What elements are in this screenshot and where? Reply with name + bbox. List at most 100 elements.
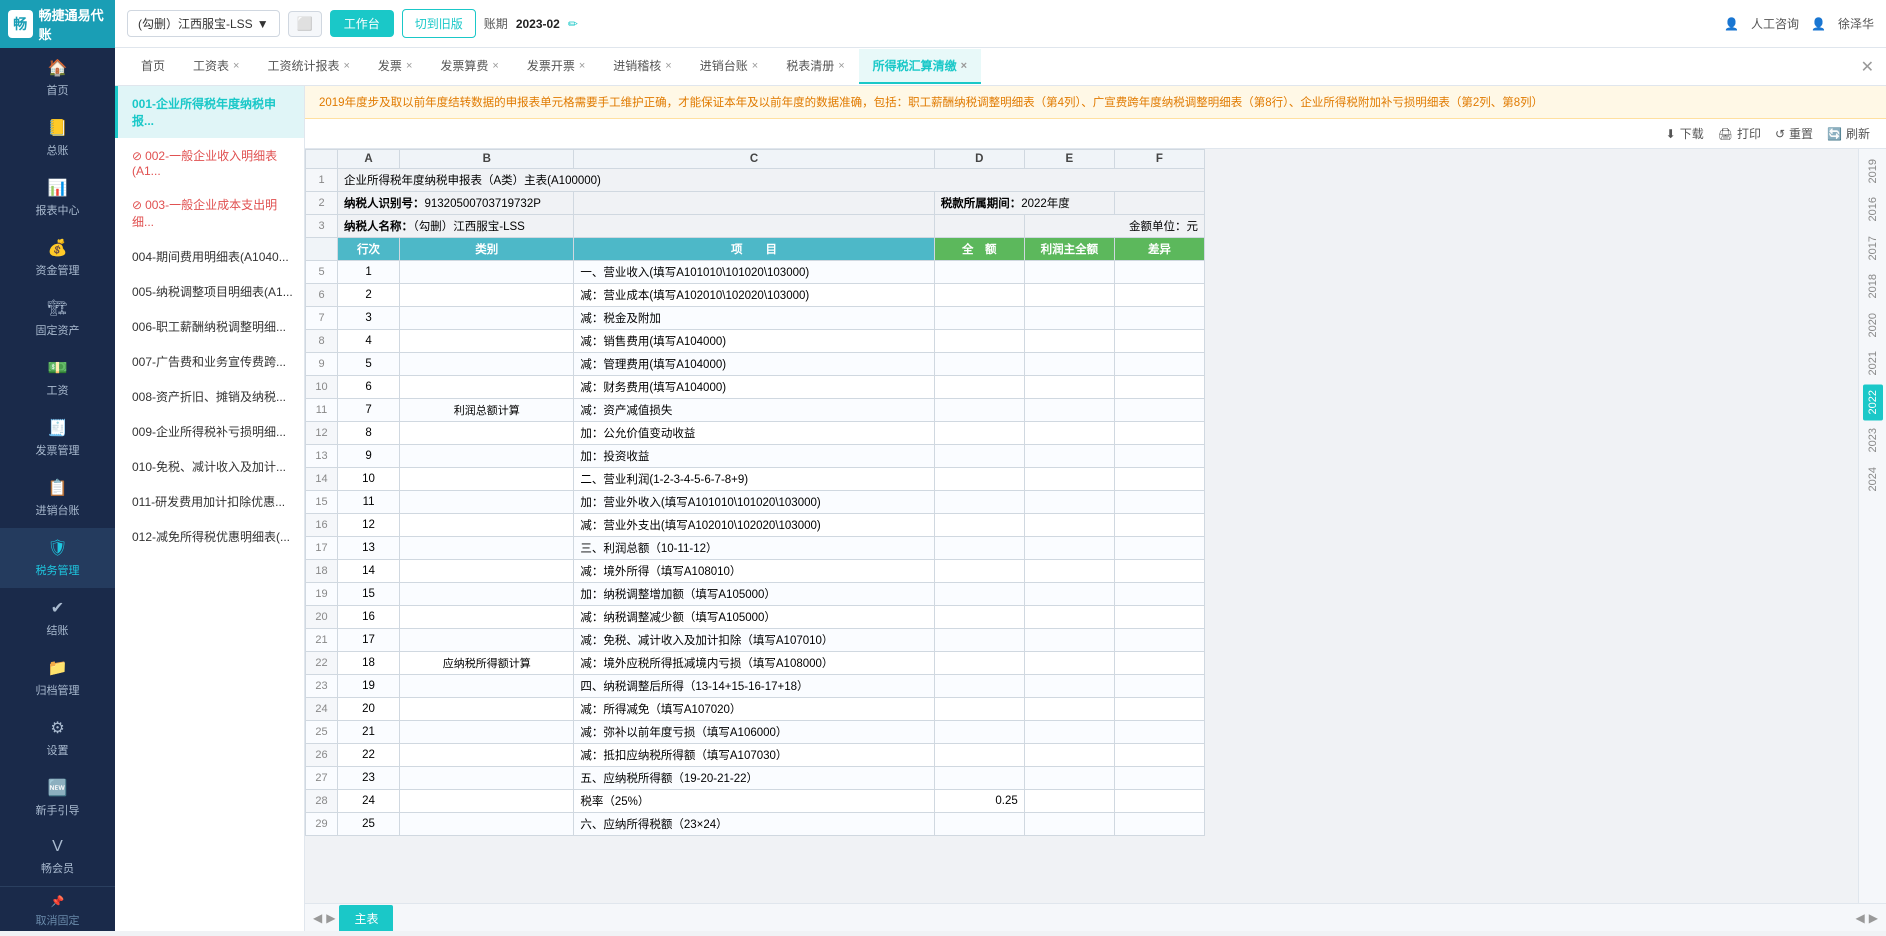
diff-cell[interactable] (1114, 491, 1204, 514)
sidebar-item-tax[interactable]: 🛡税务管理 (0, 528, 115, 588)
item-cell[interactable]: 四、纳税调整后所得（13-14+15-16-17+18） (574, 675, 934, 698)
sidebar-item-member[interactable]: V畅会员 (0, 828, 115, 886)
diff-cell[interactable] (1114, 468, 1204, 491)
left-panel-item-003[interactable]: ⊘003-一般企业成本支出明细... (115, 187, 304, 239)
nav-tab-进销稽核[interactable]: 进销稽核 × (599, 49, 685, 84)
diff-cell[interactable] (1114, 514, 1204, 537)
amount-cell[interactable] (934, 307, 1024, 330)
item-cell[interactable]: 减：境外所得（填写A108010） (574, 560, 934, 583)
profit-amount-cell[interactable] (1024, 744, 1114, 767)
sheet-tab-主表[interactable]: 主表 (339, 905, 393, 931)
amount-cell[interactable] (934, 537, 1024, 560)
profit-amount-cell[interactable] (1024, 790, 1114, 813)
profit-amount-cell[interactable] (1024, 629, 1114, 652)
profit-amount-cell[interactable] (1024, 698, 1114, 721)
item-cell[interactable]: 减：资产减值损失 (574, 399, 934, 422)
profit-amount-cell[interactable] (1024, 353, 1114, 376)
profit-amount-cell[interactable] (1024, 284, 1114, 307)
profit-amount-cell[interactable] (1024, 652, 1114, 675)
sidebar-footer-pin[interactable]: 📌 取消固定 (0, 886, 115, 936)
profit-amount-cell[interactable] (1024, 767, 1114, 790)
amount-cell[interactable] (934, 744, 1024, 767)
sheet-nav-right[interactable]: ▶ (326, 911, 335, 925)
left-panel-item-002[interactable]: ⊘002-一般企业收入明细表(A1... (115, 138, 304, 187)
scroll-right-icon[interactable]: ▶ (1869, 911, 1878, 925)
sidebar-item-invoices[interactable]: 🧾发票管理 (0, 408, 115, 468)
diff-cell[interactable] (1114, 767, 1204, 790)
amount-cell[interactable] (934, 721, 1024, 744)
amount-cell[interactable] (934, 491, 1024, 514)
diff-cell[interactable] (1114, 376, 1204, 399)
nav-tab-发票[interactable]: 发票 × (364, 49, 426, 84)
profit-amount-cell[interactable] (1024, 583, 1114, 606)
year-item-2024[interactable]: 2024 (1863, 461, 1883, 497)
profit-amount-cell[interactable] (1024, 307, 1114, 330)
amount-cell[interactable] (934, 330, 1024, 353)
amount-cell[interactable] (934, 560, 1024, 583)
profit-amount-cell[interactable] (1024, 376, 1114, 399)
amount-cell[interactable] (934, 468, 1024, 491)
item-cell[interactable]: 加：纳税调整增加额（填写A105000） (574, 583, 934, 606)
amount-cell[interactable] (934, 698, 1024, 721)
item-cell[interactable]: 税率（25%） (574, 790, 934, 813)
nav-tab-进销台账[interactable]: 进销台账 × (686, 49, 772, 84)
item-cell[interactable]: 六、应纳所得税额（23×24） (574, 813, 934, 836)
year-item-2017[interactable]: 2017 (1863, 230, 1883, 266)
diff-cell[interactable] (1114, 261, 1204, 284)
diff-cell[interactable] (1114, 422, 1204, 445)
sheet-nav-left[interactable]: ◀ (313, 911, 322, 925)
profit-amount-cell[interactable] (1024, 721, 1114, 744)
nav-tab-发票算费[interactable]: 发票算费 × (426, 49, 512, 84)
item-cell[interactable]: 减：管理费用(填写A104000) (574, 353, 934, 376)
sidebar-item-settings[interactable]: ⚙设置 (0, 708, 115, 768)
sidebar-item-close[interactable]: ✔结账 (0, 588, 115, 648)
nav-tab-首页[interactable]: 首页 (127, 49, 179, 84)
nav-tab-工资表[interactable]: 工资表 × (179, 49, 253, 84)
profit-amount-cell[interactable] (1024, 560, 1114, 583)
amount-cell[interactable] (934, 606, 1024, 629)
item-cell[interactable]: 二、营业利润(1-2-3-4-5-6-7-8+9) (574, 468, 934, 491)
sidebar-item-finance[interactable]: 💰资金管理 (0, 228, 115, 288)
item-cell[interactable]: 减：营业成本(填写A102010\102020\103000) (574, 284, 934, 307)
nav-tab-close[interactable]: × (343, 60, 349, 72)
item-cell[interactable]: 减：所得减免（填写A107020） (574, 698, 934, 721)
item-cell[interactable]: 减：境外应税所得抵减境内亏损（填写A108000） (574, 652, 934, 675)
item-cell[interactable]: 加：投资收益 (574, 445, 934, 468)
item-cell[interactable]: 加：营业外收入(填写A101010\101020\103000) (574, 491, 934, 514)
tabs-close-all[interactable]: ✕ (1861, 57, 1874, 77)
profit-amount-cell[interactable] (1024, 491, 1114, 514)
left-panel-item-004[interactable]: 004-期间费用明细表(A1040... (115, 239, 304, 274)
item-cell[interactable]: 减：财务费用(填写A104000) (574, 376, 934, 399)
diff-cell[interactable] (1114, 560, 1204, 583)
sidebar-item-ledger[interactable]: 📒总账 (0, 108, 115, 168)
year-item-2020[interactable]: 2020 (1863, 307, 1883, 343)
nav-tab-close[interactable]: × (665, 60, 671, 72)
item-cell[interactable]: 减：抵扣应纳税所得额（填写A107030） (574, 744, 934, 767)
diff-cell[interactable] (1114, 583, 1204, 606)
diff-cell[interactable] (1114, 744, 1204, 767)
item-cell[interactable]: 五、应纳税所得额（19-20-21-22） (574, 767, 934, 790)
sidebar-item-archive[interactable]: 📁归档管理 (0, 648, 115, 708)
diff-cell[interactable] (1114, 652, 1204, 675)
diff-cell[interactable] (1114, 813, 1204, 836)
nav-tab-close[interactable]: × (492, 60, 498, 72)
item-cell[interactable]: 三、利润总额（10-11-12） (574, 537, 934, 560)
print-btn[interactable]: 🖨 打印 (1718, 125, 1761, 142)
profit-amount-cell[interactable] (1024, 675, 1114, 698)
download-btn[interactable]: ⬇ 下载 (1666, 125, 1704, 142)
diff-cell[interactable] (1114, 330, 1204, 353)
amount-cell[interactable] (934, 376, 1024, 399)
left-panel-item-005[interactable]: 005-纳税调整项目明细表(A1... (115, 274, 304, 309)
amount-cell[interactable] (934, 422, 1024, 445)
diff-cell[interactable] (1114, 445, 1204, 468)
nav-tab-close[interactable]: × (838, 60, 844, 72)
diff-cell[interactable] (1114, 629, 1204, 652)
nav-tab-close[interactable]: × (961, 60, 967, 72)
amount-cell[interactable] (934, 353, 1024, 376)
sidebar-item-guide[interactable]: 🆕新手引导 (0, 768, 115, 828)
item-cell[interactable]: 减：弥补以前年度亏损（填写A106000） (574, 721, 934, 744)
reset-btn[interactable]: ↺ 重置 (1775, 125, 1813, 142)
diff-cell[interactable] (1114, 399, 1204, 422)
year-item-2018[interactable]: 2018 (1863, 268, 1883, 304)
period-edit-icon[interactable]: ✏ (568, 17, 578, 31)
